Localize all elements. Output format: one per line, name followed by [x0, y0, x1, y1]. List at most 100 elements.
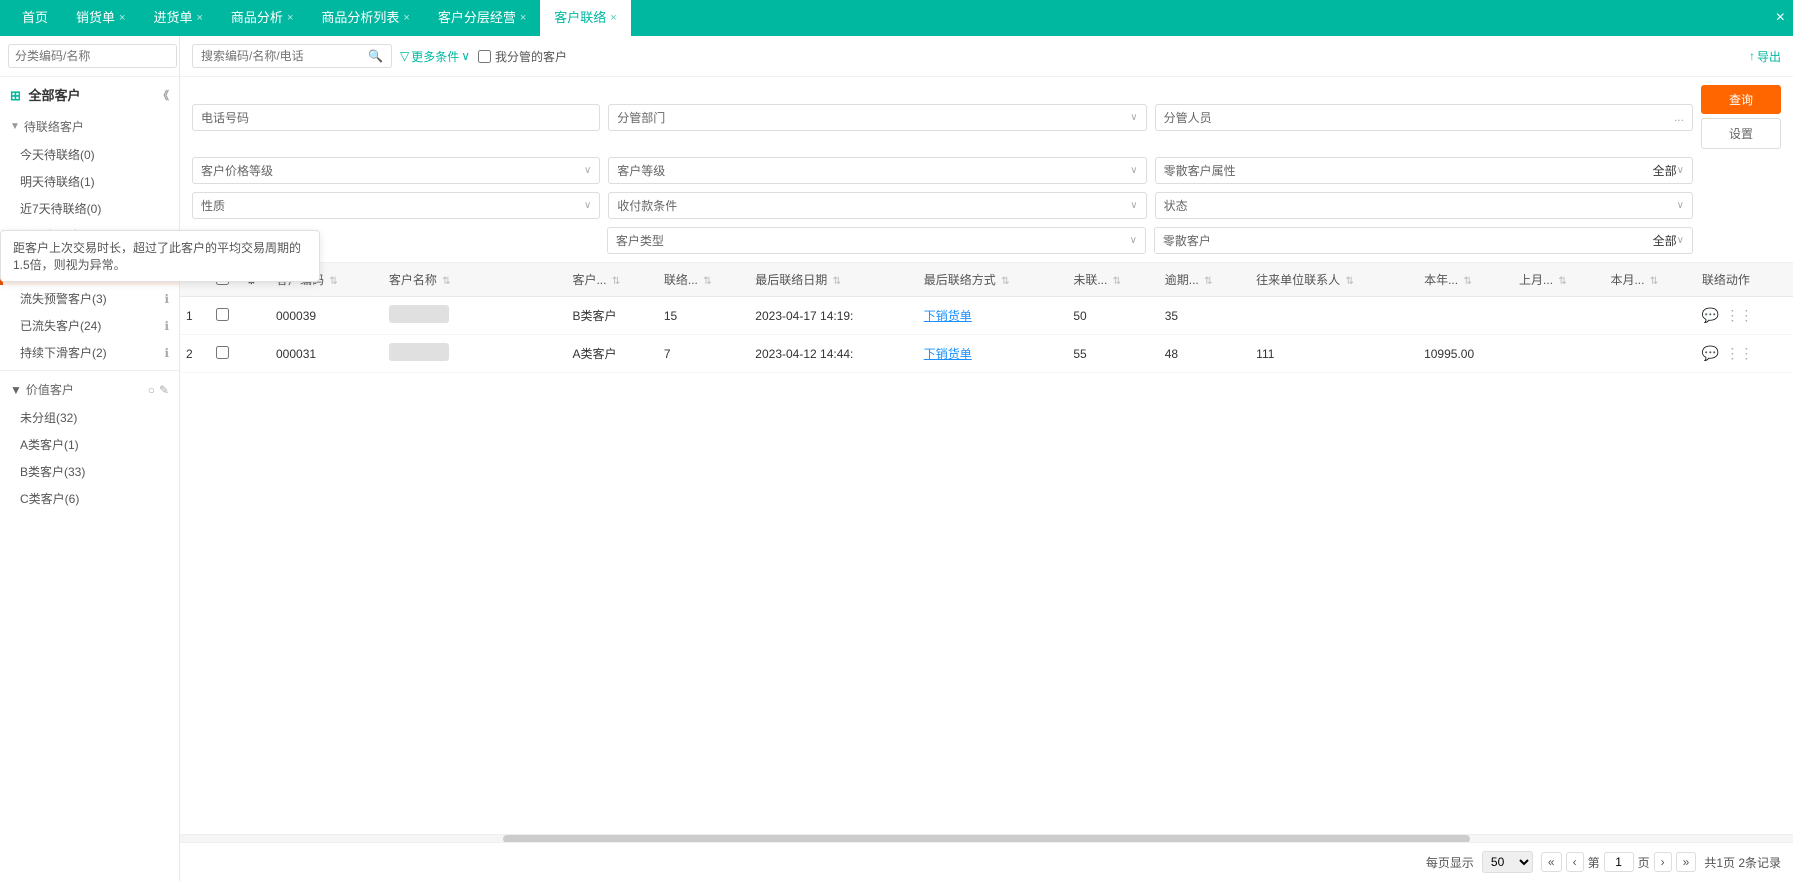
- payment-chevron: ∨: [1130, 200, 1137, 211]
- filter-customer-level[interactable]: 客户等级 ∨: [608, 157, 1146, 184]
- edit-icon[interactable]: ✎: [159, 383, 169, 397]
- filter-nature[interactable]: 性质 ∨: [192, 192, 600, 219]
- row2-chat-icon[interactable]: 💬: [1702, 345, 1719, 362]
- nav-analysis-list-close[interactable]: ×: [403, 0, 409, 36]
- col-last-month-sort[interactable]: ⇅: [1558, 276, 1566, 287]
- row1-last-method-link[interactable]: 下销货单: [924, 309, 972, 323]
- churned-info-icon[interactable]: ℹ: [164, 319, 169, 333]
- col-contact-person-sort[interactable]: ⇅: [1346, 276, 1354, 287]
- row1-more-icon[interactable]: ⋮⋮: [1725, 307, 1753, 324]
- declining-info-icon[interactable]: ℹ: [164, 346, 169, 360]
- per-page-label: 每页显示: [1426, 854, 1474, 871]
- row1-checkbox[interactable]: [216, 308, 229, 321]
- col-code-sort[interactable]: ⇅: [329, 276, 337, 287]
- col-last-date: 最后联络日期 ⇅: [749, 263, 917, 297]
- sidebar-churned[interactable]: 已流失客户(24) ℹ: [0, 312, 179, 339]
- export-button[interactable]: ↑ 导出: [1749, 48, 1781, 65]
- col-this-month-sort[interactable]: ⇅: [1650, 276, 1658, 287]
- nav-customer-contact[interactable]: 客户联络 ×: [540, 0, 630, 36]
- sidebar-tomorrow-pending[interactable]: 明天待联络(1): [0, 168, 179, 195]
- query-button[interactable]: 查询: [1701, 85, 1781, 114]
- row2-last-method[interactable]: 下销货单: [918, 335, 1068, 373]
- close-all-button[interactable]: ×: [1776, 9, 1785, 27]
- col-last-date-sort[interactable]: ⇅: [833, 276, 841, 287]
- nav-customer-contact-close[interactable]: ×: [610, 0, 616, 36]
- filter-manager[interactable]: 分管人员 ...: [1155, 104, 1693, 131]
- my-customers-checkbox[interactable]: [478, 50, 491, 63]
- nav-purchase-label: 进货单: [153, 0, 192, 36]
- nav-home[interactable]: 首页: [8, 0, 62, 36]
- sidebar-all-customers[interactable]: ⊞ 全部客户 《: [0, 77, 179, 112]
- filter-dept[interactable]: 分管部门 ∨: [608, 104, 1146, 131]
- sidebar-ungroup[interactable]: 未分组(32): [0, 404, 179, 431]
- nav-customer-segment-close[interactable]: ×: [520, 0, 526, 36]
- sidebar-class-c[interactable]: C类客户(6): [0, 485, 179, 512]
- col-this-year-sort[interactable]: ⇅: [1463, 276, 1471, 287]
- row2-level: A类客户: [566, 335, 657, 373]
- churn-warning-info-icon[interactable]: ℹ: [164, 292, 169, 306]
- filter-row-3: 性质 ∨ 收付款条件 ∨ 状态 ∨: [192, 192, 1781, 219]
- row1-contact: 15: [658, 297, 749, 335]
- filter-more-conditions[interactable]: ▽ 更多条件 ∨: [400, 48, 470, 65]
- row2-contact: 7: [658, 335, 749, 373]
- sidebar-7day-pending[interactable]: 近7天待联络(0): [0, 195, 179, 222]
- sidebar-declining[interactable]: 持续下滑客户(2) ℹ: [0, 339, 179, 366]
- filter-payment[interactable]: 收付款条件 ∨: [608, 192, 1146, 219]
- filter-search-icon[interactable]: 🔍: [368, 49, 383, 63]
- page-size-select[interactable]: 10 20 50 100: [1482, 851, 1533, 873]
- row1-code: 000039: [270, 297, 383, 335]
- nav-purchase[interactable]: 进货单 ×: [139, 0, 216, 36]
- circle-icon[interactable]: ○: [148, 383, 155, 397]
- col-last-method-sort[interactable]: ⇅: [1001, 276, 1009, 287]
- page-input[interactable]: [1604, 852, 1634, 872]
- next-page-button[interactable]: ›: [1654, 852, 1672, 872]
- sidebar-churn-warning[interactable]: 流失预警客户(3) ℹ: [0, 285, 179, 312]
- nav-analysis[interactable]: 商品分析 ×: [217, 0, 307, 36]
- sidebar-class-b[interactable]: B类客户(33): [0, 458, 179, 485]
- churned-label: 已流失客户(24): [20, 317, 160, 334]
- row2-name-blur: [389, 343, 449, 361]
- today-pending-label: 今天待联络(0): [20, 146, 169, 163]
- row2-more-icon[interactable]: ⋮⋮: [1725, 345, 1753, 362]
- sidebar-collapse-icon[interactable]: 《: [158, 87, 169, 103]
- last-page-button[interactable]: »: [1676, 852, 1697, 872]
- horizontal-scrollbar[interactable]: [180, 834, 1793, 842]
- col-unread-sort[interactable]: ⇅: [1113, 276, 1121, 287]
- col-overdue-sort[interactable]: ⇅: [1204, 276, 1212, 287]
- filter-search-input[interactable]: [201, 49, 368, 63]
- settings-button[interactable]: 设置: [1701, 118, 1781, 149]
- row1-this-month: [1604, 297, 1695, 335]
- row1-chat-icon[interactable]: 💬: [1702, 307, 1719, 324]
- page-unit: 页: [1638, 854, 1650, 871]
- sidebar-today-pending[interactable]: 今天待联络(0): [0, 141, 179, 168]
- filter-retail-customer[interactable]: 零散客户 全部 ∨: [1154, 227, 1693, 254]
- filter-customer-type[interactable]: 客户类型 ∨: [607, 227, 1146, 254]
- nav-customer-segment[interactable]: 客户分层经营 ×: [424, 0, 540, 36]
- nav-sales[interactable]: 销货单 ×: [62, 0, 139, 36]
- nav-analysis-list[interactable]: 商品分析列表 ×: [307, 0, 423, 36]
- nav-sales-label: 销货单: [76, 0, 115, 36]
- col-level-sort[interactable]: ⇅: [612, 276, 620, 287]
- nav-analysis-close[interactable]: ×: [287, 0, 293, 36]
- col-name-sort[interactable]: ⇅: [442, 276, 450, 287]
- filter-status[interactable]: 状态 ∨: [1155, 192, 1693, 219]
- filter-phone[interactable]: 电话号码: [192, 104, 600, 131]
- sidebar-pending-contact-group[interactable]: ▼ 待联络客户: [0, 112, 179, 141]
- nav-purchase-close[interactable]: ×: [196, 0, 202, 36]
- filter-price-level[interactable]: 客户价格等级 ∨: [192, 157, 600, 184]
- filter-retail-attr[interactable]: 零散客户属性 全部 ∨: [1155, 157, 1693, 184]
- sidebar-search-input[interactable]: [8, 44, 177, 68]
- first-page-button[interactable]: «: [1541, 852, 1562, 872]
- prev-page-button[interactable]: ‹: [1566, 852, 1584, 872]
- sidebar-class-a[interactable]: A类客户(1): [0, 431, 179, 458]
- col-contact-sort[interactable]: ⇅: [703, 276, 711, 287]
- row1-last-method[interactable]: 下销货单: [918, 297, 1068, 335]
- row2-last-method-link[interactable]: 下销货单: [924, 347, 972, 361]
- sidebar-value-group[interactable]: ▼ 价值客户 ○ ✎: [0, 375, 179, 404]
- row2-checkbox-cell: [210, 335, 240, 373]
- row1-overdue: 35: [1159, 297, 1250, 335]
- nav-sales-close[interactable]: ×: [119, 0, 125, 36]
- row2-checkbox[interactable]: [216, 346, 229, 359]
- tooltip-box: 距客户上次交易时长，超过了此客户的平均交易周期的1.5倍，则视为异常。: [0, 230, 180, 282]
- retail-attr-chevron: ∨: [1677, 165, 1684, 176]
